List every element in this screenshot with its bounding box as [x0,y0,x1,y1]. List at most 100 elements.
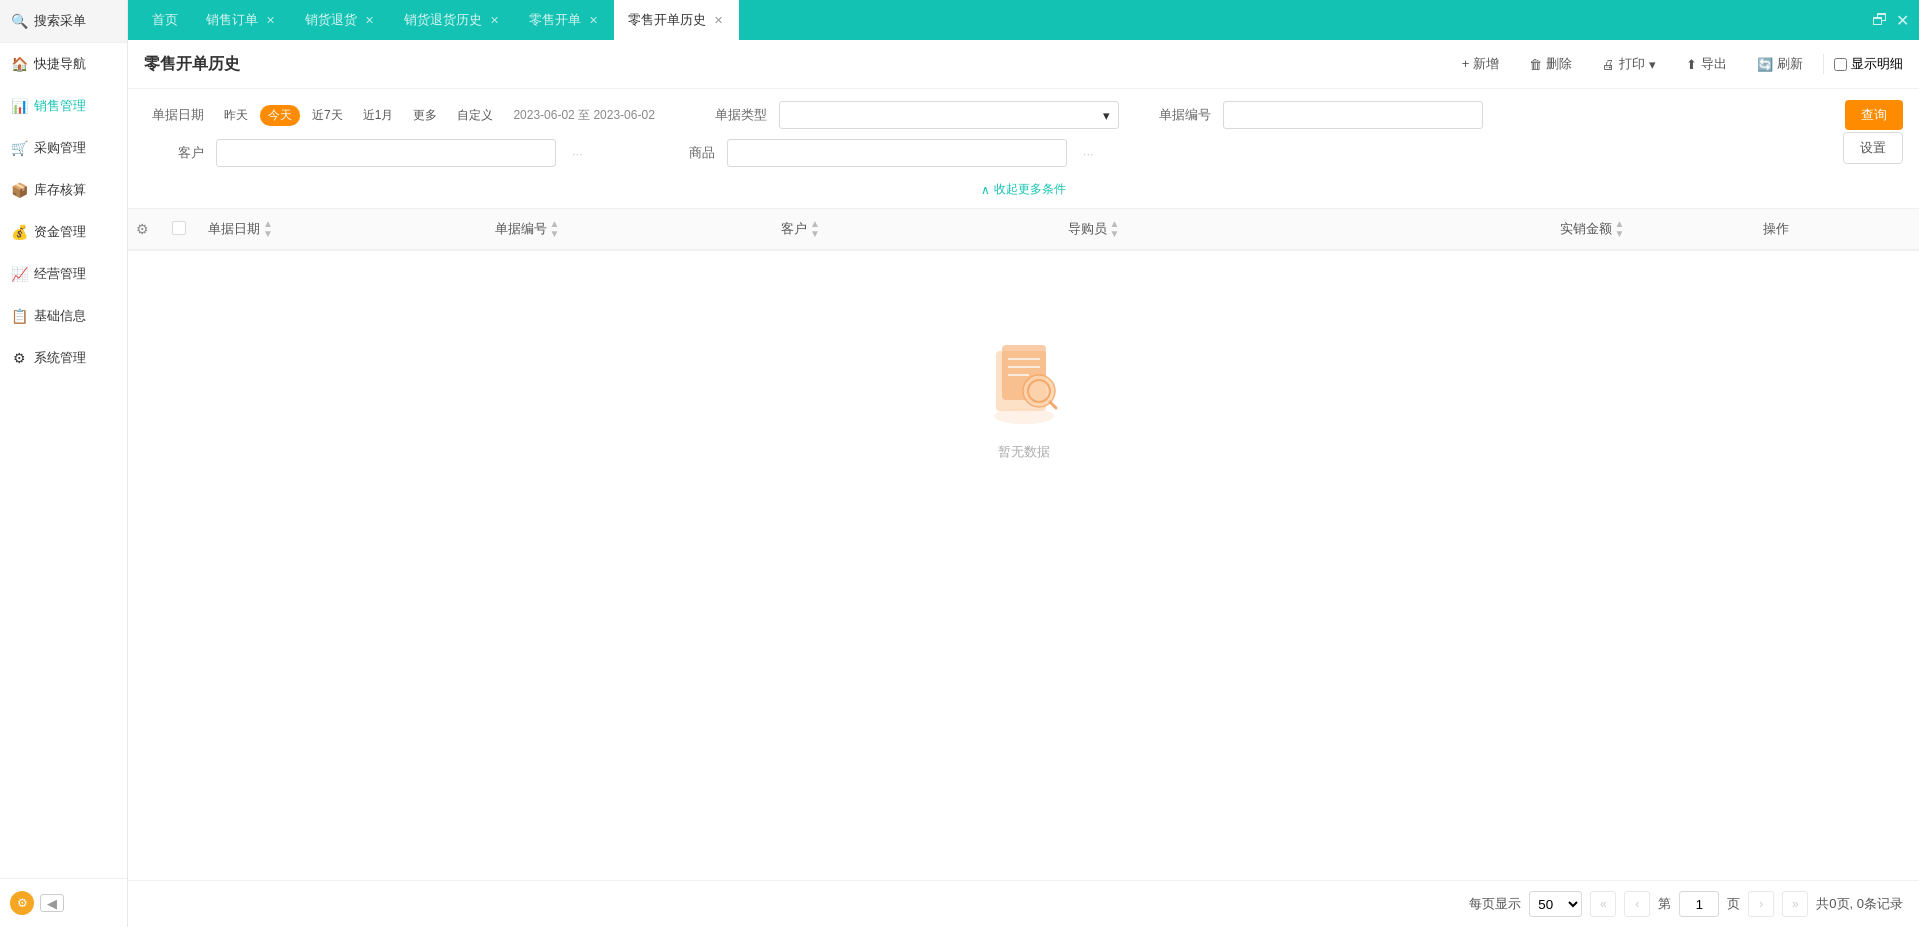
add-button[interactable]: + 新增 [1452,50,1509,78]
sys-mgmt-icon: ⚙ [10,350,28,366]
prev-page-button[interactable]: ‹ [1624,891,1650,917]
tab-retail-open-label: 零售开单 [529,11,581,29]
sidebar-item-quick-nav[interactable]: 🏠 快捷导航 [0,43,127,85]
delete-icon: 🗑 [1529,57,1542,72]
th-date: 单据日期 ▲▼ [200,209,487,250]
tab-sales-order[interactable]: 销售订单 ✕ [192,0,291,40]
sort-icon-no: ▲▼ [550,219,560,239]
collapse-filter-row[interactable]: ∧ 收起更多条件 [144,177,1903,202]
goods-input[interactable] [727,139,1067,167]
svg-line-8 [1050,402,1056,408]
date-btn-custom[interactable]: 自定义 [449,105,501,126]
sidebar-collapse-button[interactable]: ◀ [40,894,64,912]
sidebar-item-inventory[interactable]: 📦 库存核算 [0,169,127,211]
print-button[interactable]: 🖨 打印 ▾ [1592,50,1666,78]
tabs-bar: 首页 销售订单 ✕ 销货退货 ✕ 销货退货历史 ✕ 零售开单 ✕ 零售开单历史 … [128,0,1919,40]
tab-sales-return-history-close[interactable]: ✕ [488,13,501,28]
doc-no-filter-label: 单据编号 [1151,106,1211,124]
delete-button[interactable]: 🗑 删除 [1519,50,1582,78]
export-button[interactable]: ⬆ 导出 [1676,50,1737,78]
th-customer-sort[interactable]: 客户 ▲▼ [781,219,1052,239]
sidebar-item-sales-mgmt[interactable]: 📊 销售管理 [0,85,127,127]
tab-sales-return[interactable]: 销货退货 ✕ [291,0,390,40]
tab-sales-order-label: 销售订单 [206,11,258,29]
settings-filter-button[interactable]: 设置 [1843,132,1903,164]
filter-row-customer: 客户 ··· 商品 ··· [144,139,1903,167]
th-action: 操作 [1633,209,1920,250]
date-btn-last7[interactable]: 近7天 [304,105,351,126]
last-page-button[interactable]: » [1782,891,1808,917]
display-cols-checkbox[interactable] [1834,58,1847,71]
query-button[interactable]: 查询 [1845,100,1903,130]
operations-icon: 📈 [10,266,28,282]
table-check-col [164,209,200,250]
sidebar-gear-button[interactable]: ⚙ [10,891,34,915]
toolbar: + 新增 🗑 删除 🖨 打印 ▾ ⬆ 导出 🔄 刷新 [1452,50,1903,78]
tab-retail-open-close[interactable]: ✕ [587,13,600,28]
sidebar-item-operations[interactable]: 📈 经营管理 [0,253,127,295]
first-page-button[interactable]: « [1590,891,1616,917]
window-close-icon[interactable]: ✕ [1896,11,1909,30]
sidebar-item-finance[interactable]: 💰 资金管理 [0,211,127,253]
per-page-select[interactable]: 50 100 200 [1529,891,1582,917]
window-restore-icon[interactable]: 🗗 [1872,11,1888,29]
sort-icon-date: ▲▼ [263,219,273,239]
print-icon: 🖨 [1602,57,1615,72]
finance-icon: 💰 [10,224,28,240]
total-text: 共0页, 0条记录 [1816,895,1903,913]
next-page-button[interactable]: › [1748,891,1774,917]
sidebar-item-label: 销售管理 [34,97,86,115]
table-settings-button[interactable]: ⚙ [136,221,149,237]
sort-icon-amount: ▲▼ [1615,219,1625,239]
tab-retail-open-history-close[interactable]: ✕ [712,13,725,28]
inventory-icon: 📦 [10,182,28,198]
tab-retail-open-history[interactable]: 零售开单历史 ✕ [614,0,739,40]
sort-icon-guide: ▲▼ [1110,219,1120,239]
doc-no-input[interactable] [1223,101,1483,129]
sidebar-item-label: 库存核算 [34,181,86,199]
th-no: 单据编号 ▲▼ [487,209,774,250]
date-btn-more[interactable]: 更多 [405,105,445,126]
date-btn-yesterday[interactable]: 昨天 [216,105,256,126]
sales-icon: 📊 [10,98,28,114]
main-area: 首页 销售订单 ✕ 销货退货 ✕ 销货退货历史 ✕ 零售开单 ✕ 零售开单历史 … [128,0,1919,927]
empty-state: 暂无数据 [128,251,1919,541]
sidebar-search[interactable]: 🔍 搜索采单 [0,0,127,43]
date-btn-today[interactable]: 今天 [260,105,300,126]
purchase-icon: 🛒 [10,140,28,156]
th-guide-sort[interactable]: 导购员 ▲▼ [1068,219,1339,239]
tab-sales-order-close[interactable]: ✕ [264,13,277,28]
customer-picker-icon[interactable]: ··· [572,146,583,161]
display-cols-label[interactable]: 显示明细 [1834,55,1903,73]
customer-input[interactable] [216,139,556,167]
doc-type-filter-label: 单据类型 [707,106,767,124]
sidebar-item-label: 采购管理 [34,139,86,157]
tab-sales-return-history[interactable]: 销货退货历史 ✕ [390,0,515,40]
per-page-label: 每页显示 [1469,895,1521,913]
page-label: 页 [1727,895,1740,913]
th-date-sort[interactable]: 单据日期 ▲▼ [208,219,479,239]
date-btn-last-month[interactable]: 近1月 [355,105,402,126]
page-title: 零售开单历史 [144,54,240,75]
tab-retail-open-history-label: 零售开单历史 [628,11,706,29]
tab-retail-open[interactable]: 零售开单 ✕ [515,0,614,40]
refresh-icon: 🔄 [1757,57,1773,72]
select-all-checkbox[interactable] [172,221,186,235]
tab-home[interactable]: 首页 [138,0,192,40]
th-amount-sort[interactable]: 实销金额 ▲▼ [1354,219,1625,239]
doc-type-select[interactable]: ▾ [779,101,1119,129]
data-table: ⚙ 单据日期 ▲▼ 单据编号 [128,209,1919,251]
th-no-sort[interactable]: 单据编号 ▲▼ [495,219,766,239]
sidebar-item-basic-info[interactable]: 📋 基础信息 [0,295,127,337]
sort-icon-customer: ▲▼ [810,219,820,239]
goods-picker-icon[interactable]: ··· [1083,146,1094,161]
tab-sales-return-close[interactable]: ✕ [363,13,376,28]
home-icon: 🏠 [10,56,28,72]
sidebar-item-sys-mgmt[interactable]: ⚙ 系统管理 [0,337,127,379]
sidebar: 🔍 搜索采单 🏠 快捷导航 📊 销售管理 🛒 采购管理 📦 库存核算 💰 资金管… [0,0,128,927]
toolbar-divider [1823,54,1824,74]
sidebar-item-label: 快捷导航 [34,55,86,73]
current-page-input[interactable] [1679,891,1719,917]
sidebar-item-purchase-mgmt[interactable]: 🛒 采购管理 [0,127,127,169]
refresh-button[interactable]: 🔄 刷新 [1747,50,1813,78]
